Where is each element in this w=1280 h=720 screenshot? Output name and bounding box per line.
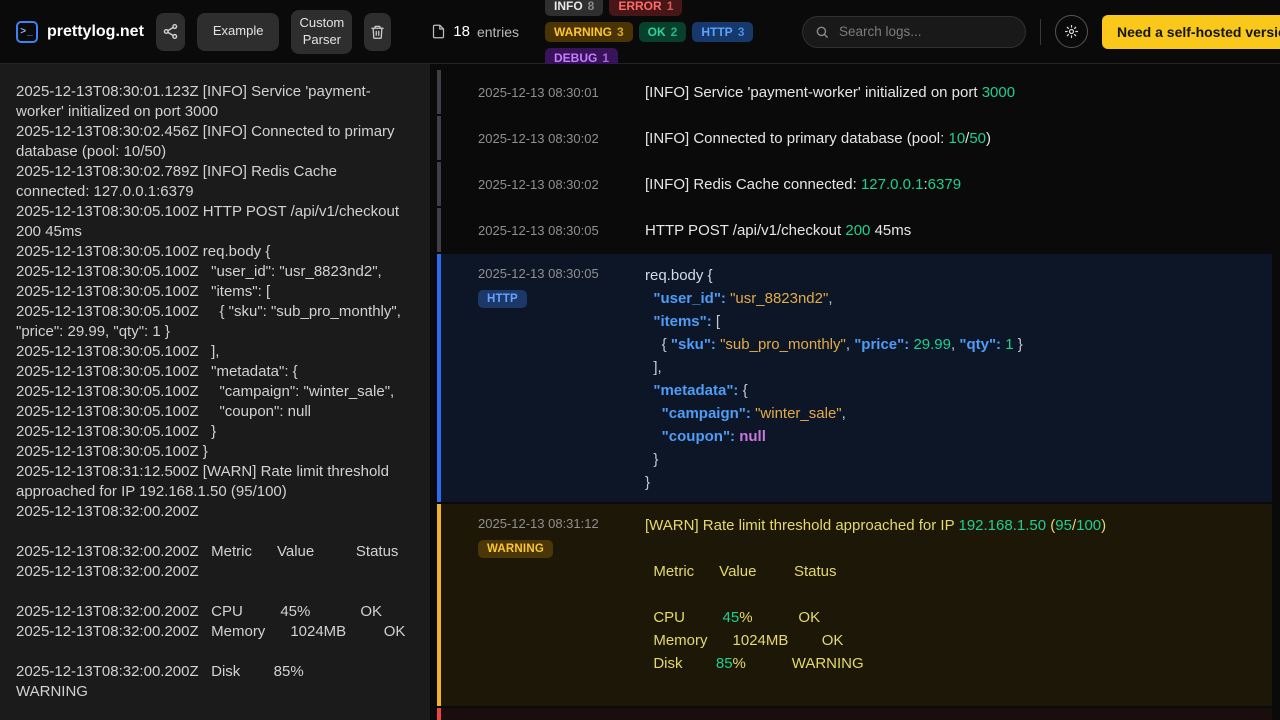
clear-logs-button[interactable]: [364, 12, 392, 51]
filter-badge-count: 8: [587, 0, 595, 13]
main-area: 2025-12-13T08:30:01.123Z [INFO] Service …: [0, 64, 1280, 720]
terminal-logo-icon: >_: [16, 20, 38, 43]
log-entry-http[interactable]: 2025-12-13 08:30:05 HTTP req.body { "user_…: [437, 254, 1272, 502]
filter-badge-label: ERROR: [618, 0, 662, 13]
share-button[interactable]: [155, 12, 185, 51]
entry-message: [WARN] Rate limit threshold approached f…: [645, 517, 1107, 672]
prettylog-app: >_ prettylog.net Example Custom Parser 1…: [0, 0, 1280, 720]
filter-badge-count: 1: [602, 50, 610, 65]
entries-counter: 18 entries: [431, 23, 519, 40]
document-icon: [431, 23, 446, 40]
entry-message: [INFO] Service 'payment-worker' initiali…: [645, 83, 1016, 101]
filter-badge-count: 3: [737, 24, 745, 39]
entry-timestamp: 2025-12-13 08:30:05: [478, 222, 599, 238]
filter-badge-label: OK: [647, 24, 666, 39]
filter-badge-count: 1: [666, 0, 674, 13]
app-title: prettylog.net: [47, 22, 144, 40]
log-entry-warning[interactable]: 2025-12-13 08:31:12 WARNING [WARN] Rate li…: [437, 504, 1272, 706]
filter-badge-count: 2: [670, 24, 678, 39]
filter-badge-label: WARNING: [553, 24, 612, 39]
entry-message: [INFO] Connected to primary database (po…: [645, 129, 992, 147]
entry-message: req.body { "user_id": "usr_8823nd2", "it…: [645, 267, 1023, 491]
trash-icon: [370, 24, 385, 40]
search-icon: [815, 25, 829, 39]
entry-meta: 2025-12-13 08:30:01: [441, 85, 645, 100]
filter-badge-label: INFO: [553, 0, 583, 13]
example-button[interactable]: Example: [196, 12, 280, 51]
custom-parser-button[interactable]: Custom Parser: [291, 9, 353, 54]
entry-message: HTTP POST /api/v1/checkout 200 45ms: [645, 221, 912, 239]
entry-meta: 2025-12-13 08:31:12 WARNING: [441, 514, 645, 698]
filter-badge-ok[interactable]: OK 2: [638, 21, 687, 42]
pretty-log-pane: 2025-12-13 08:30:01 [INFO] Service 'payme…: [430, 64, 1280, 720]
self-hosted-cta-button[interactable]: Need a self-hosted version?: [1101, 14, 1280, 49]
entry-message: [INFO] Redis Cache connected: 127.0.0.1:…: [645, 175, 962, 193]
filter-badge-error[interactable]: ERROR 1: [609, 0, 683, 16]
raw-log-pane: 2025-12-13T08:30:01.123Z [INFO] Service …: [0, 64, 430, 720]
filter-badge-label: HTTP: [701, 24, 733, 39]
search-input[interactable]: [836, 23, 1013, 40]
header-right: 18 entries INFO 8 ERROR 1 WARNING 3 OK 2 HTTP 3 DE…: [431, 0, 1280, 68]
entries-count: 18: [453, 23, 470, 40]
brand: >_ prettylog.net: [16, 20, 144, 43]
filter-badge-count: 3: [616, 24, 624, 39]
theme-toggle-button[interactable]: [1054, 15, 1088, 48]
share-icon: [162, 23, 179, 40]
entries-label: entries: [476, 23, 519, 40]
filter-badge-label: DEBUG: [553, 50, 598, 65]
entry-level-badge: WARNING: [478, 540, 553, 558]
raw-log-editor[interactable]: 2025-12-13T08:30:01.123Z [INFO] Service …: [16, 82, 414, 720]
entry-meta: 2025-12-13 08:30:05 HTTP: [441, 264, 645, 494]
search-box[interactable]: [801, 15, 1026, 48]
header-divider: [1039, 18, 1041, 45]
entry-timestamp: 2025-12-13 08:30:01: [478, 84, 599, 100]
entry-timestamp: 2025-12-13 08:30:05: [478, 266, 599, 281]
filter-badge-warning[interactable]: WARNING 3: [544, 21, 633, 42]
entry-timestamp: 2025-12-13 08:30:02: [478, 176, 599, 192]
entry-meta: 2025-12-13 08:30:02: [441, 131, 645, 146]
log-entry-list: 2025-12-13 08:30:01 [INFO] Service 'payme…: [437, 70, 1272, 720]
entry-level-badge: HTTP: [478, 290, 527, 308]
log-entry-info[interactable]: 2025-12-13 08:30:02 [INFO] Connected to p…: [437, 116, 1272, 160]
log-entry-info[interactable]: 2025-12-13 08:30:05 HTTP POST /api/v1/che…: [437, 208, 1272, 252]
header: >_ prettylog.net Example Custom Parser 1…: [0, 0, 1280, 68]
level-filter-badges: INFO 8 ERROR 1 WARNING 3 OK 2 HTTP 3 DEBUG 1: [544, 0, 770, 68]
sun-icon: [1064, 24, 1079, 39]
log-entry-error[interactable]: 2025-12-13 08:35:15: [437, 708, 1272, 720]
entry-meta: 2025-12-13 08:30:05: [441, 223, 645, 238]
entry-timestamp: 2025-12-13 08:30:02: [478, 130, 599, 146]
entry-meta: 2025-12-13 08:30:02: [441, 177, 645, 192]
entry-timestamp: 2025-12-13 08:31:12: [478, 516, 599, 531]
filter-badge-info[interactable]: INFO 8: [544, 0, 604, 16]
filter-badge-http[interactable]: HTTP 3: [692, 21, 754, 42]
log-entry-info[interactable]: 2025-12-13 08:30:01 [INFO] Service 'payme…: [437, 70, 1272, 114]
log-entry-info[interactable]: 2025-12-13 08:30:02 [INFO] Redis Cache co…: [437, 162, 1272, 206]
